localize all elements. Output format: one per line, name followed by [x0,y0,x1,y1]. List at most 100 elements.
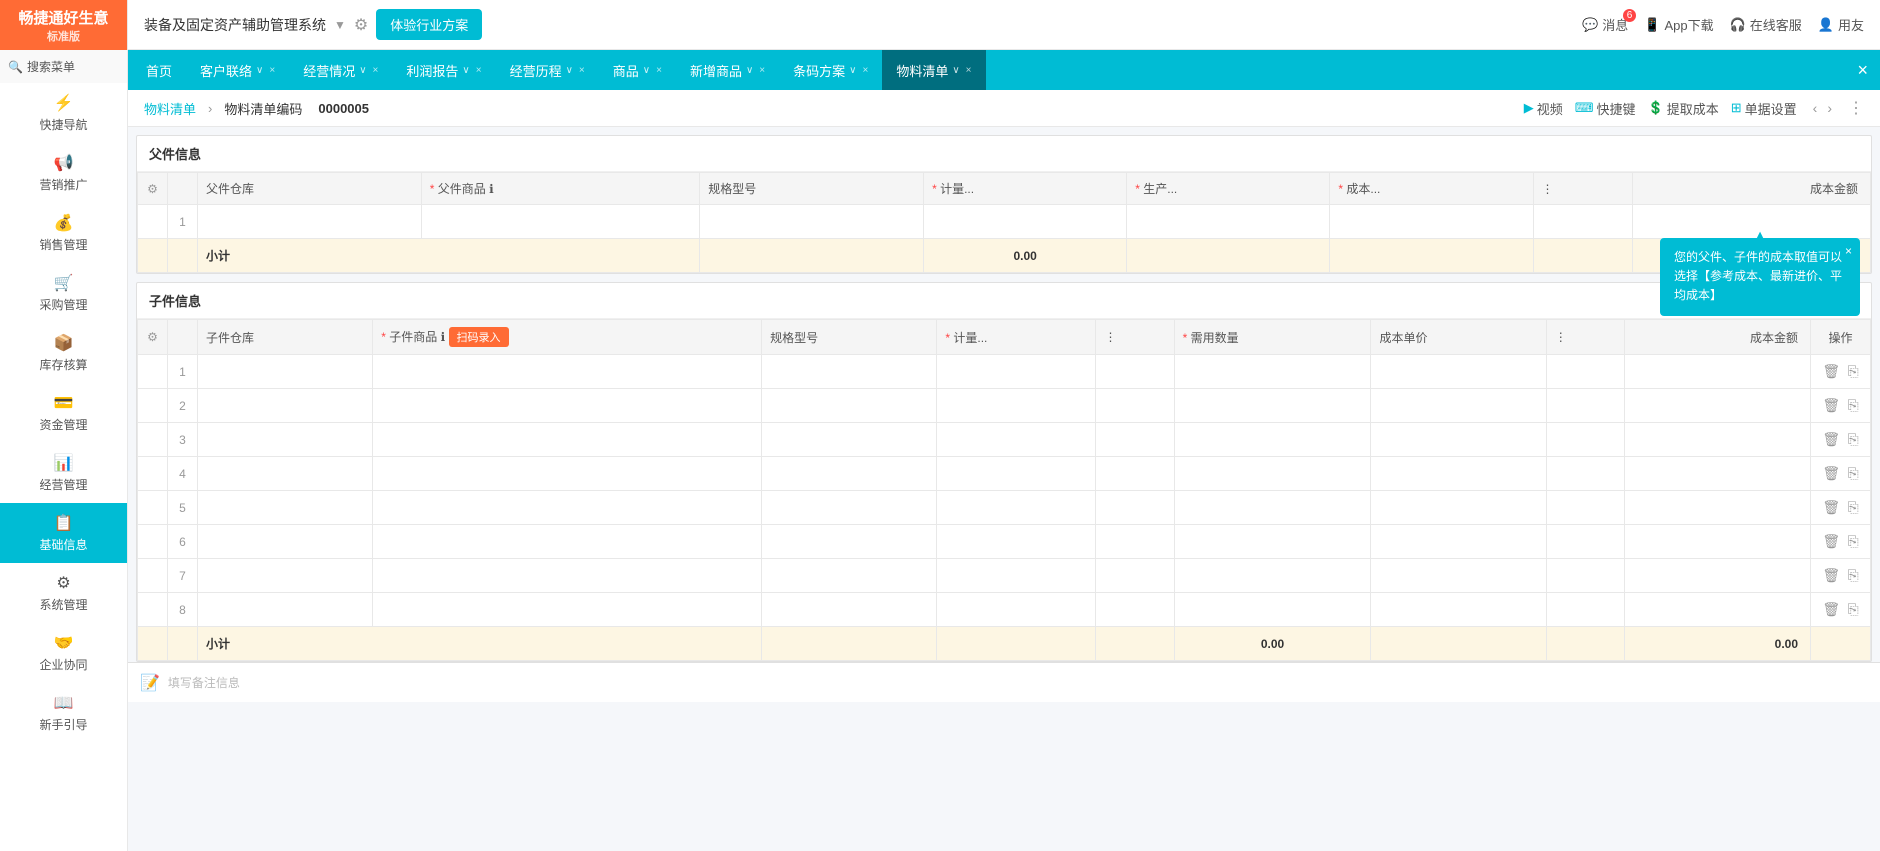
tab-customer-close[interactable]: × [269,65,275,76]
tab-bom-label: 物料清单 [896,61,948,80]
tab-goods[interactable]: 商品 ∨ × [599,50,676,90]
message-nav-item[interactable]: 💬 6 消息 [1582,15,1628,34]
headset-icon: 🎧 [1730,17,1746,33]
tab-operations[interactable]: 经营情况 ∨ × [289,50,392,90]
main-area: 装备及固定资产辅助管理系统 ▼ ⚙ 体验行业方案 💬 6 消息 📱 App下载 … [128,0,1880,851]
child-row1-actions: 🗑 ⎘ [1811,355,1871,389]
delete-icon[interactable]: 🗑 [1822,601,1840,617]
sidebar-item-basic-info[interactable]: 📋 基础信息 [0,503,127,563]
action-cost[interactable]: 💲 提取成本 [1648,99,1719,118]
close-all-tabs[interactable]: × [1849,60,1876,81]
child-row1-goods[interactable] [373,355,762,389]
sidebar-item-search[interactable]: 🔍 搜索菜单 [0,50,127,83]
search-icon: 🔍 [8,60,23,74]
guide-label: 新手引导 [39,716,87,733]
scan-input-btn[interactable]: 扫码录入 [449,327,509,347]
sidebar-item-system[interactable]: ⚙ 系统管理 [0,563,127,623]
copy-icon[interactable]: ⎘ [1847,363,1858,379]
system-dropdown-arrow[interactable]: ▼ [334,18,346,32]
tab-barcode-close[interactable]: × [862,65,868,76]
sidebar-item-quick-nav[interactable]: ⚡ 快捷导航 [0,83,127,143]
trial-btn[interactable]: 体验行业方案 [376,9,482,40]
keyboard-icon: ⌨ [1575,100,1594,116]
tab-history[interactable]: 经营历程 ∨ × [496,50,599,90]
delete-icon[interactable]: 🗑 [1822,431,1840,447]
sidebar-item-operations-mgr[interactable]: 📊 经营管理 [0,443,127,503]
tab-new-goods[interactable]: 新增商品 ∨ × [676,50,779,90]
sidebar-item-sales[interactable]: 💰 销售管理 [0,203,127,263]
parent-row1-warehouse[interactable] [198,205,422,239]
action-video[interactable]: ▶ 视频 [1524,99,1563,118]
parent-section: 父件信息 ⚙ 父件仓库 * 父件商品 ℹ 规格型号 * 计量... * 生产..… [136,135,1872,274]
parent-col-unit: * 计量... [924,173,1127,205]
sidebar-item-guide[interactable]: 📖 新手引导 [0,683,127,743]
app-name: 畅捷通好生意 [18,7,108,28]
delete-icon[interactable]: 🗑 [1822,363,1840,379]
tab-profit-close[interactable]: × [476,65,482,76]
child-col-rownum [168,320,198,355]
breadcrumb-bom[interactable]: 物料清单 [144,99,196,118]
tooltip-close-btn[interactable]: × [1845,242,1852,261]
sidebar-item-purchase[interactable]: 🛒 采购管理 [0,263,127,323]
copy-icon[interactable]: ⎘ [1847,431,1858,447]
tab-goods-label: 商品 [613,61,639,80]
tab-history-close[interactable]: × [579,65,585,76]
parent-row1-production[interactable] [1127,205,1330,239]
child-row1-unit[interactable] [937,355,1096,389]
online-service-nav-item[interactable]: 🎧 在线客服 [1730,15,1802,34]
sidebar-item-inventory[interactable]: 📦 库存核算 [0,323,127,383]
copy-icon[interactable]: ⎘ [1847,533,1858,549]
action-shortcut[interactable]: ⌨ 快捷键 [1575,99,1636,118]
delete-icon[interactable]: 🗑 [1822,499,1840,515]
tab-operations-close[interactable]: × [373,65,379,76]
parent-row1-goods[interactable] [421,205,700,239]
note-icon: 📝 [140,673,160,693]
user-nav-item[interactable]: 👤 用友 [1818,15,1864,34]
sidebar-item-marketing[interactable]: 📢 营销推广 [0,143,127,203]
child-row1-warehouse[interactable] [198,355,373,389]
tab-home[interactable]: 首页 [132,50,186,90]
tab-profit[interactable]: 利润报告 ∨ × [392,50,495,90]
action-settings[interactable]: ⊞ 单据设置 [1731,99,1797,118]
delete-icon[interactable]: 🗑 [1822,465,1840,481]
child-col-gear[interactable]: ⚙ [138,320,168,355]
tab-customer-arrow: ∨ [256,65,263,76]
sidebar-item-enterprise[interactable]: 🤝 企业协同 [0,623,127,683]
nav-arrows: ‹ › [1809,98,1836,118]
parent-row1-cost[interactable] [1330,205,1533,239]
sidebar: 畅捷通好生意 标准版 🔍 搜索菜单 ⚡ 快捷导航 📢 营销推广 💰 销售管理 🛒… [0,0,128,851]
copy-icon[interactable]: ⎘ [1847,465,1858,481]
app-download-nav-item[interactable]: 📱 App下载 [1644,15,1713,34]
parent-col-gear[interactable]: ⚙ [138,173,168,205]
parent-row1-spec[interactable] [700,205,924,239]
tab-new-goods-close[interactable]: × [759,65,765,76]
delete-icon[interactable]: 🗑 [1822,397,1840,413]
parent-subtotal-spec [700,239,924,273]
handshake-icon: 🤝 [54,633,74,653]
child-col-action: 操作 [1811,320,1871,355]
next-arrow[interactable]: › [1823,98,1836,118]
copy-icon[interactable]: ⎘ [1847,499,1858,515]
settings-gear-icon[interactable]: ⚙ [354,15,368,35]
child-row1-spec[interactable] [762,355,937,389]
tab-bom-close[interactable]: × [966,65,972,76]
delete-icon[interactable]: 🗑 [1822,567,1840,583]
tab-goods-close[interactable]: × [656,65,662,76]
prev-arrow[interactable]: ‹ [1809,98,1822,118]
copy-icon[interactable]: ⎘ [1847,601,1858,617]
copy-icon[interactable]: ⎘ [1847,567,1858,583]
child-row1-quantity[interactable] [1174,355,1371,389]
child-row1-unit-cost[interactable] [1371,355,1546,389]
note-placeholder[interactable]: 填写备注信息 [168,674,240,691]
parent-row1-extra [1533,205,1633,239]
topbar-right: 💬 6 消息 📱 App下载 🎧 在线客服 👤 用友 [1582,15,1864,34]
parent-row1-unit[interactable] [924,205,1127,239]
tab-bom[interactable]: 物料清单 ∨ × [882,50,985,90]
delete-icon[interactable]: 🗑 [1822,533,1840,549]
tab-barcode[interactable]: 条码方案 ∨ × [779,50,882,90]
tab-customer[interactable]: 客户联络 ∨ × [186,50,289,90]
copy-icon[interactable]: ⎘ [1847,397,1858,413]
sidebar-item-finance[interactable]: 💳 资金管理 [0,383,127,443]
grid-menu-icon[interactable]: ⋮ [1848,98,1864,118]
child-row4-actions: 🗑 ⎘ [1811,457,1871,491]
